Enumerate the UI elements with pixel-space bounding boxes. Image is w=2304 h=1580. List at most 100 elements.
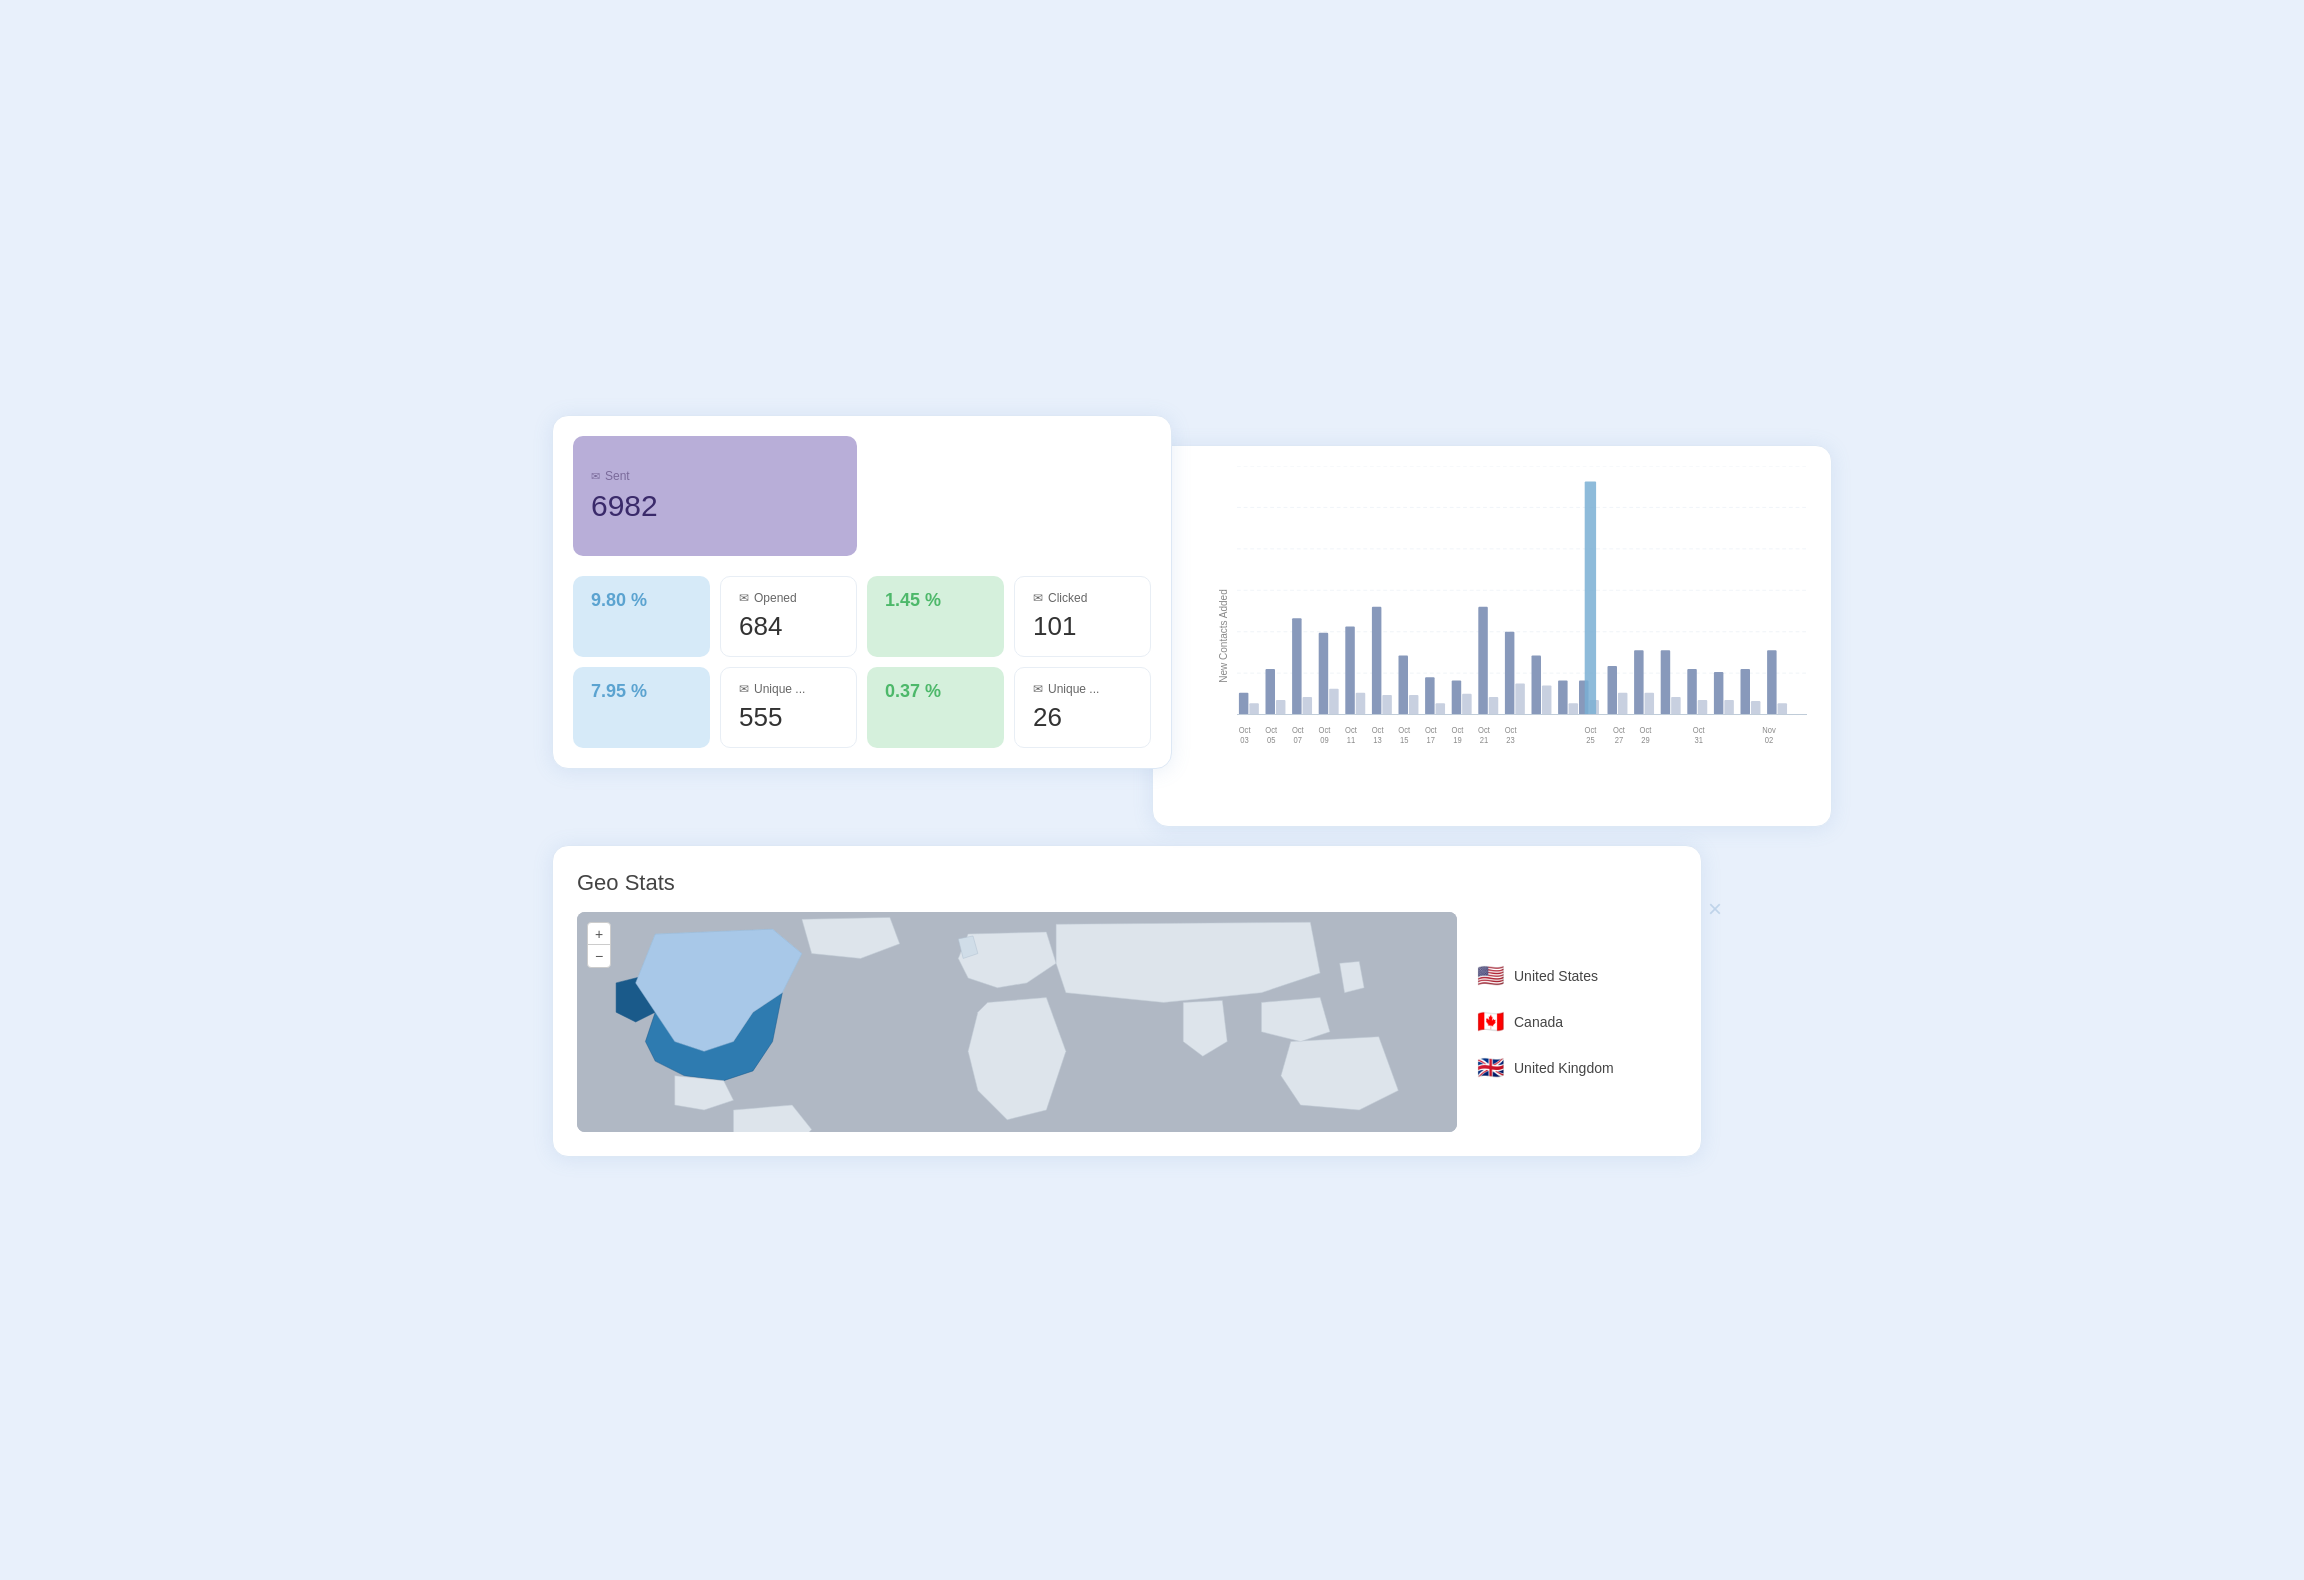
svg-rect-51	[1714, 672, 1724, 714]
svg-rect-30	[1452, 680, 1462, 714]
svg-rect-38	[1558, 680, 1568, 714]
svg-rect-42	[1585, 482, 1596, 715]
svg-text:Oct: Oct	[1584, 726, 1597, 735]
svg-text:Oct: Oct	[1318, 726, 1331, 735]
svg-rect-24	[1372, 607, 1382, 715]
svg-text:Oct: Oct	[1693, 726, 1706, 735]
geo-legend: 🇺🇸 United States 🇨🇦 Canada 🇬🇧 United Kin…	[1477, 912, 1677, 1132]
svg-text:15: 15	[1400, 735, 1409, 744]
svg-text:03: 03	[1240, 735, 1249, 744]
svg-text:11: 11	[1347, 735, 1356, 744]
svg-rect-50	[1698, 700, 1708, 715]
svg-text:17: 17	[1427, 735, 1436, 744]
svg-rect-32	[1478, 607, 1488, 715]
map-zoom-in[interactable]: +	[588, 923, 610, 945]
sent-icon: ✉	[591, 470, 600, 483]
unique-opened-pct: 7.95 %	[591, 681, 692, 702]
ca-label: Canada	[1514, 1014, 1563, 1030]
svg-text:Oct: Oct	[1613, 726, 1626, 735]
svg-rect-27	[1409, 695, 1419, 715]
map-zoom-out[interactable]: −	[588, 945, 610, 967]
us-flag: 🇺🇸	[1477, 963, 1504, 989]
svg-text:31: 31	[1694, 735, 1703, 744]
clicked-pct-label: 1.45 %	[885, 590, 986, 611]
opened-pct-label: 9.80 %	[591, 590, 692, 611]
svg-text:Oct: Oct	[1239, 726, 1252, 735]
stats-panel: ✉ Sent 6982 9.80 %	[552, 415, 1172, 769]
uk-flag: 🇬🇧	[1477, 1055, 1504, 1081]
svg-text:25: 25	[1586, 735, 1595, 744]
unique-clicked-value: 26	[1033, 702, 1132, 733]
svg-text:Oct: Oct	[1451, 726, 1464, 735]
svg-rect-45	[1634, 650, 1644, 714]
svg-rect-28	[1425, 677, 1435, 714]
svg-rect-17	[1276, 700, 1286, 715]
chart-panel: New Contacts Added 175 150 125 100 75 50…	[1152, 445, 1832, 827]
svg-text:29: 29	[1641, 735, 1650, 744]
svg-text:23: 23	[1506, 735, 1515, 744]
svg-rect-44	[1618, 693, 1628, 715]
geo-title: Geo Stats	[577, 870, 1677, 896]
unique-opened-pct-card: 7.95 %	[573, 667, 710, 748]
unique-clicked-label: ✉ Unique ...	[1033, 682, 1132, 696]
svg-rect-23	[1356, 693, 1366, 715]
clicked-num-card: ✉ Clicked 101	[1014, 576, 1151, 657]
unique-opened-value: 555	[739, 702, 838, 733]
svg-rect-20	[1319, 633, 1329, 715]
clicked-num-label: ✉ Clicked	[1033, 591, 1132, 605]
svg-text:07: 07	[1294, 735, 1303, 744]
svg-rect-16	[1266, 669, 1276, 715]
svg-rect-15	[1249, 703, 1259, 714]
svg-rect-47	[1661, 650, 1671, 714]
svg-text:09: 09	[1320, 735, 1329, 744]
svg-rect-36	[1532, 656, 1542, 715]
svg-rect-26	[1399, 656, 1409, 715]
deco-x-2: ×	[1708, 895, 1722, 923]
svg-rect-25	[1382, 695, 1392, 715]
svg-text:02: 02	[1765, 735, 1774, 744]
sent-value: 6982	[591, 489, 839, 523]
svg-rect-53	[1741, 669, 1751, 715]
svg-text:Oct: Oct	[1292, 726, 1305, 735]
svg-rect-52	[1724, 700, 1734, 715]
geo-stats-panel: Geo Stats + −	[552, 845, 1702, 1157]
clicked-value: 101	[1033, 611, 1132, 642]
svg-rect-48	[1671, 697, 1681, 715]
clicked-pct-card: 1.45 %	[867, 576, 1004, 657]
ca-flag: 🇨🇦	[1477, 1009, 1504, 1035]
unique-clicked-pct: 0.37 %	[885, 681, 986, 702]
svg-rect-31	[1462, 694, 1472, 715]
stats-grid: ✉ Sent 6982	[573, 436, 1151, 566]
svg-text:Oct: Oct	[1345, 726, 1358, 735]
svg-text:Oct: Oct	[1398, 726, 1411, 735]
svg-rect-46	[1645, 693, 1655, 715]
svg-rect-49	[1687, 669, 1697, 715]
opened-num-label: ✉ Opened	[739, 591, 838, 605]
svg-text:Oct: Oct	[1505, 726, 1518, 735]
map-controls[interactable]: + −	[587, 922, 611, 968]
svg-rect-54	[1751, 701, 1761, 714]
svg-text:Oct: Oct	[1372, 726, 1385, 735]
svg-rect-34	[1505, 632, 1515, 715]
svg-rect-39	[1569, 703, 1579, 714]
legend-item-us: 🇺🇸 United States	[1477, 963, 1677, 989]
svg-text:Nov: Nov	[1762, 726, 1776, 735]
us-label: United States	[1514, 968, 1598, 984]
svg-rect-33	[1489, 697, 1499, 715]
svg-text:Oct: Oct	[1265, 726, 1278, 735]
svg-rect-29	[1436, 703, 1446, 714]
svg-rect-19	[1303, 697, 1313, 715]
sent-card: ✉ Sent 6982	[573, 436, 857, 556]
svg-text:05: 05	[1267, 735, 1276, 744]
svg-rect-35	[1515, 684, 1525, 715]
sent-label: ✉ Sent	[591, 469, 839, 483]
unique-opened-num-card: ✉ Unique ... 555	[720, 667, 857, 748]
svg-text:19: 19	[1453, 735, 1462, 744]
svg-rect-22	[1345, 627, 1355, 715]
bar-chart-svg: 175 150 125 100 75 50 25	[1237, 466, 1807, 756]
legend-item-ca: 🇨🇦 Canada	[1477, 1009, 1677, 1035]
unique-clicked-pct-card: 0.37 %	[867, 667, 1004, 748]
opened-pct-card: 9.80 %	[573, 576, 710, 657]
svg-rect-21	[1329, 689, 1339, 715]
svg-text:Oct: Oct	[1478, 726, 1491, 735]
